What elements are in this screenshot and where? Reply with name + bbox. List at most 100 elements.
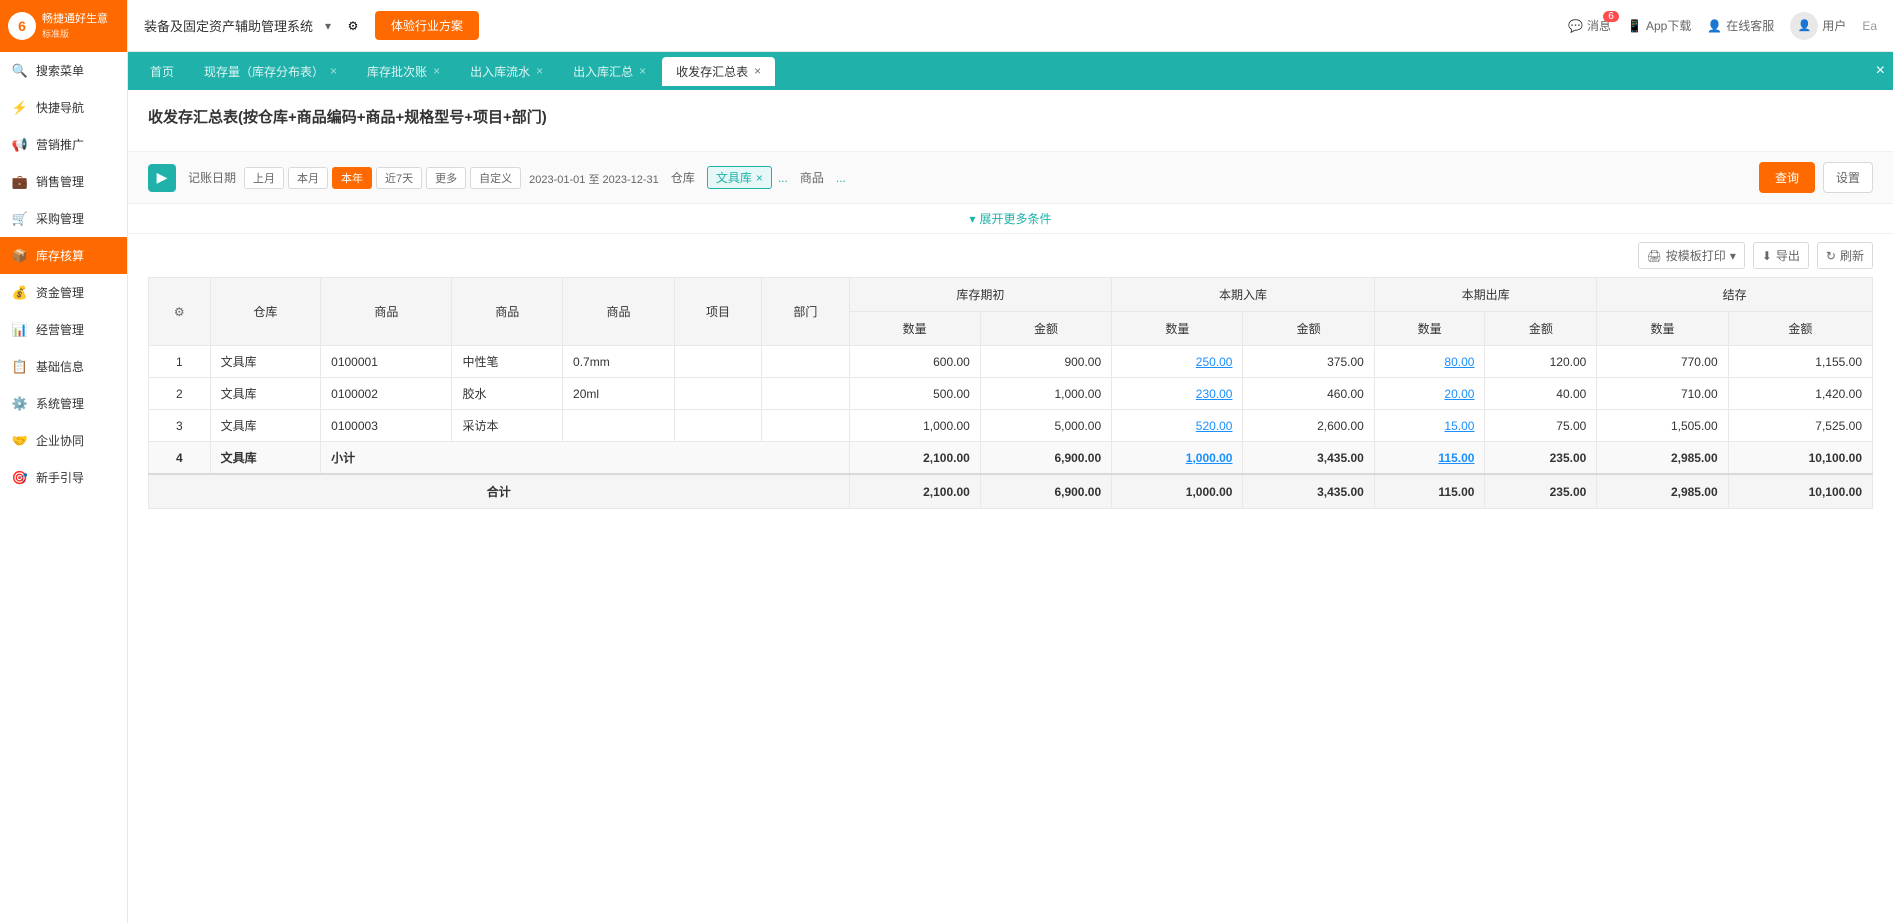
basic-info-icon: 📋 [12,359,28,375]
row-warehouse: 文具库 [210,378,321,410]
sidebar-item-operations[interactable]: 📊经营管理 [0,311,127,348]
sidebar-item-inventory[interactable]: 📦库存核算 [0,237,127,274]
row-in-qty[interactable]: 230.00 [1112,378,1243,410]
expand-more-button[interactable]: ▾ 展开更多条件 [969,210,1051,227]
system-selector[interactable]: ▾ [325,19,331,33]
tab-bar: 首页现存量（库存分布表）×库存批次账×出入库流水×出入库汇总×收发存汇总表×× [128,52,1893,90]
col-balance-amt-header: 金额 [1728,312,1872,346]
quick-nav-icon: ⚡ [12,100,28,116]
date-btn-this-month[interactable]: 本月 [288,167,328,189]
row-in-qty[interactable]: 250.00 [1112,346,1243,378]
row-out-qty[interactable]: 80.00 [1374,346,1485,378]
col-goods-spec-header: 商品 [563,278,675,346]
sidebar-item-purchase[interactable]: 🛒采购管理 [0,200,127,237]
date-btn-7days[interactable]: 近7天 [376,167,422,189]
row-project [674,410,761,442]
date-btn-more[interactable]: 更多 [426,167,466,189]
footer-balance-amt: 10,100.00 [1728,474,1872,509]
online-service-button[interactable]: 👤 在线客服 [1707,17,1774,34]
table-wrapper: ⚙ 仓库 商品 商品 商品 项目 部门 库存期初 本期入库 本期出库 结存 [128,277,1893,529]
tab-stock-flow[interactable]: 出入库流水× [456,57,557,86]
date-btn-this-year[interactable]: 本年 [332,167,372,189]
row-goods-name: 胶水 [452,378,563,410]
row-goods-spec [563,410,675,442]
tab-bar-close-button[interactable]: × [1876,62,1885,80]
export-button[interactable]: ⬇ 导出 [1753,242,1809,269]
message-badge: 6 [1603,11,1619,22]
sidebar-item-marketing[interactable]: 📢营销推广 [0,126,127,163]
sidebar-item-basic-info[interactable]: 📋基础信息 [0,348,127,385]
tab-inventory-dist[interactable]: 现存量（库存分布表）× [190,57,351,86]
tab-stock-summary[interactable]: 出入库汇总× [559,57,660,86]
warehouse-filter-label: 仓库 [671,169,695,186]
date-btn-last-month[interactable]: 上月 [244,167,284,189]
row-department [762,410,849,442]
row-in-amt: 2,600.00 [1243,410,1374,442]
filter-actions: 查询 设置 [1759,162,1873,193]
warehouse-tag[interactable]: 文具库 × [707,166,772,189]
sidebar-item-finance[interactable]: 💰资金管理 [0,274,127,311]
filter-settings-button[interactable]: 设置 [1823,162,1873,193]
sidebar-item-sales[interactable]: 💼销售管理 [0,163,127,200]
row-in-qty[interactable]: 520.00 [1112,410,1243,442]
row-out-qty[interactable]: 20.00 [1374,378,1485,410]
warehouse-more-button[interactable]: ... [778,171,788,185]
try-button[interactable]: 体验行业方案 [375,11,479,40]
sidebar-item-newbie[interactable]: 🎯新手引导 [0,459,127,496]
filter-bar: ▶ 记账日期 上月 本月 本年 近7天 更多 自定义 2023-01-01 至 … [128,152,1893,204]
app-download-label: App下载 [1646,17,1691,34]
export-icon: ⬇ [1762,249,1772,263]
col-in-amt-header: 金额 [1243,312,1374,346]
sidebar-item-search[interactable]: 🔍搜索菜单 [0,52,127,89]
sidebar-item-label: 系统管理 [36,395,84,412]
refresh-button[interactable]: ↻ 刷新 [1817,242,1873,269]
user-menu-text[interactable]: Ea [1862,19,1877,33]
goods-more-button[interactable]: ... [836,171,846,185]
tab-close-inventory-dist[interactable]: × [330,64,337,78]
print-button[interactable]: 🖨 按模板打印 ▾ [1638,242,1745,269]
sidebar-item-quick-nav[interactable]: ⚡快捷导航 [0,89,127,126]
table-header-row-1: ⚙ 仓库 商品 商品 商品 项目 部门 库存期初 本期入库 本期出库 结存 [149,278,1873,312]
tab-batch-account[interactable]: 库存批次账× [353,57,454,86]
sidebar-item-label: 库存核算 [36,247,84,264]
footer-in-amt: 3,435.00 [1243,474,1374,509]
footer-label: 合计 [149,474,850,509]
expand-more-label: 展开更多条件 [980,210,1052,227]
row-department [762,346,849,378]
settings-icon[interactable]: ⚙ [343,16,363,36]
expand-icon: ▾ [969,212,975,226]
sidebar-item-enterprise[interactable]: 🤝企业协同 [0,422,127,459]
tab-close-stock-summary[interactable]: × [639,64,646,78]
footer-row: 合计 2,100.00 6,900.00 1,000.00 3,435.00 1… [149,474,1873,509]
service-icon: 👤 [1707,19,1722,33]
warehouse-tag-close[interactable]: × [756,171,763,185]
message-button[interactable]: 💬 消息 6 [1568,17,1611,34]
tab-label-home: 首页 [150,63,174,80]
tab-home[interactable]: 首页 [136,57,188,86]
row-out-qty[interactable]: 15.00 [1374,410,1485,442]
col-balance-qty-header: 数量 [1597,312,1728,346]
goods-filter-label: 商品 [800,169,824,186]
tab-recv-send-summary[interactable]: 收发存汇总表× [662,57,775,86]
subtotal-out-qty[interactable]: 115.00 [1374,442,1485,475]
col-settings[interactable]: ⚙ [149,278,211,346]
subtotal-in-qty[interactable]: 1,000.00 [1112,442,1243,475]
date-range-text: 2023-01-01 至 2023-12-31 [529,171,659,187]
top-bar-left: 装备及固定资产辅助管理系统 ▾ ⚙ 体验行业方案 [144,11,479,40]
tab-close-stock-flow[interactable]: × [536,64,543,78]
user-button[interactable]: 👤 用户 [1790,12,1846,40]
row-goods-spec: 0.7mm [563,346,675,378]
row-out-amt: 40.00 [1485,378,1597,410]
tab-close-batch-account[interactable]: × [433,64,440,78]
sidebar-item-system[interactable]: ⚙️系统管理 [0,385,127,422]
row-goods-name: 采访本 [452,410,563,442]
subtotal-opening-qty: 2,100.00 [849,442,980,475]
tab-close-recv-send-summary[interactable]: × [754,64,761,78]
subtotal-balance-qty: 2,985.00 [1597,442,1728,475]
sales-icon: 💼 [12,174,28,190]
row-project [674,378,761,410]
query-button[interactable]: 查询 [1759,162,1815,193]
date-btn-custom[interactable]: 自定义 [470,167,521,189]
app-download-button[interactable]: 📱 App下载 [1627,17,1691,34]
filter-expand-button[interactable]: ▶ [148,164,176,192]
